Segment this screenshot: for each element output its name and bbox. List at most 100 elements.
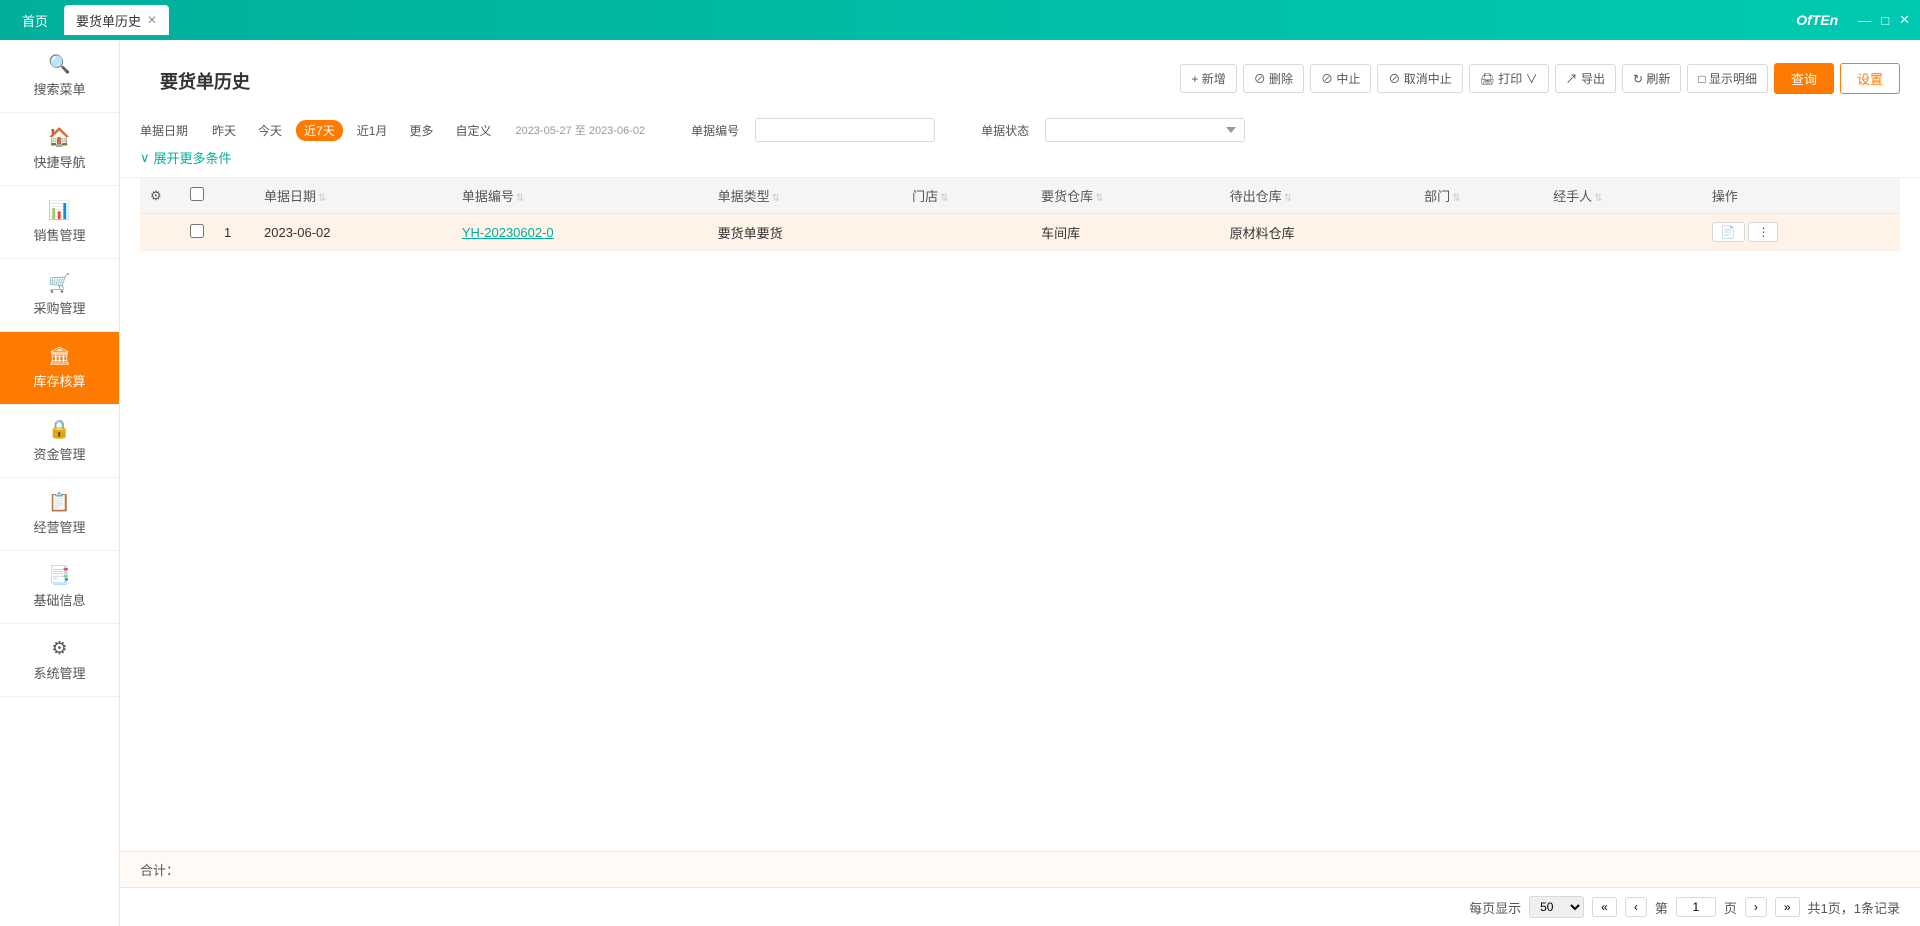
row-settings: [140, 214, 180, 251]
purchase-icon: 🛒: [48, 273, 70, 294]
data-table: ⚙ 单据日期⇅ 单据编号⇅ 单据类型⇅ 门店⇅ 要货仓库⇅ 待出仓库⇅ 部门⇅ …: [140, 178, 1900, 251]
add-button[interactable]: + 新增: [1180, 64, 1236, 93]
shortcut-yesterday[interactable]: 昨天: [204, 120, 244, 141]
basic-icon: 📑: [48, 565, 70, 586]
row-order-type: 要货单要货: [708, 214, 902, 251]
tab-home[interactable]: 首页: [10, 5, 60, 35]
export-button[interactable]: ↗ 导出: [1555, 64, 1616, 93]
order-no-link[interactable]: YH-20230602-0: [462, 225, 554, 240]
search-icon: 🔍: [48, 54, 70, 75]
sort-orderno-icon: ⇅: [516, 193, 524, 204]
per-page-select[interactable]: 50 10 20 100: [1529, 896, 1584, 918]
brand-label: OfTEn: [1796, 12, 1838, 28]
last-page-btn[interactable]: »: [1775, 897, 1800, 917]
inventory-icon: 🏛: [48, 346, 71, 367]
maximize-btn[interactable]: □: [1881, 13, 1889, 28]
page-title: 要货单历史: [140, 52, 270, 104]
sidebar-item-purchase[interactable]: 🛒 采购管理: [0, 259, 119, 332]
row-department: [1414, 214, 1543, 251]
sort-dept-icon: ⇅: [1452, 193, 1460, 204]
col-settings: ⚙: [140, 178, 180, 214]
total-label: 合计：: [140, 863, 179, 878]
col-order-no[interactable]: 单据编号⇅: [452, 178, 708, 214]
show-detail-button[interactable]: □ 显示明细: [1687, 64, 1768, 93]
next-page-btn[interactable]: ›: [1745, 897, 1767, 917]
row-req-warehouse: 车间库: [1031, 214, 1220, 251]
row-store: [902, 214, 1031, 251]
operations-icon: 📋: [48, 492, 70, 513]
shortcut-today[interactable]: 今天: [250, 120, 290, 141]
close-btn[interactable]: ✕: [1899, 12, 1910, 28]
col-checkbox-header: [180, 178, 214, 214]
sidebar-item-system[interactable]: ⚙ 系统管理: [0, 624, 119, 697]
sort-handler-icon: ⇅: [1594, 193, 1602, 204]
sidebar-item-quicknav[interactable]: 🏠 快捷导航: [0, 113, 119, 186]
table-footer: 合计：: [120, 851, 1920, 887]
sidebar-item-search[interactable]: 🔍 搜索菜单: [0, 40, 119, 113]
delete-button[interactable]: ⊘ 删除: [1243, 64, 1304, 93]
print-button[interactable]: 🖨 打印 ∨: [1469, 64, 1549, 93]
sidebar-item-finance[interactable]: 🔒 资金管理: [0, 405, 119, 478]
refresh-button[interactable]: ↻ 刷新: [1622, 64, 1681, 93]
top-bar: 首页 要货单历史 ✕ OfTEn — □ ✕: [0, 0, 1920, 40]
minimize-btn[interactable]: —: [1858, 13, 1871, 28]
shortcut-more[interactable]: 更多: [401, 120, 441, 141]
table-container: ⚙ 单据日期⇅ 单据编号⇅ 单据类型⇅ 门店⇅ 要货仓库⇅ 待出仓库⇅ 部门⇅ …: [120, 178, 1920, 851]
sort-store-icon: ⇅: [940, 193, 948, 204]
sort-ordertype-icon: ⇅: [772, 193, 780, 204]
sort-reqwh-icon: ⇅: [1095, 193, 1103, 204]
tab-history[interactable]: 要货单历史 ✕: [64, 5, 169, 35]
col-handler[interactable]: 经手人⇅: [1543, 178, 1702, 214]
shortcut-week7[interactable]: 近7天: [296, 120, 343, 141]
filter-area: 单据日期 昨天 今天 近7天 近1月 更多 自定义 2023-05-27 至 2…: [120, 108, 1920, 178]
per-page-label: 每页显示: [1469, 898, 1521, 917]
row-handler: [1543, 214, 1702, 251]
prev-page-btn[interactable]: ‹: [1625, 897, 1647, 917]
home-icon: 🏠: [48, 127, 70, 148]
window-controls: OfTEn — □ ✕: [1796, 12, 1910, 28]
col-order-type[interactable]: 单据类型⇅: [708, 178, 902, 214]
cancel-stop-button[interactable]: ⊘ 取消中止: [1377, 64, 1462, 93]
sales-icon: 📊: [48, 200, 70, 221]
row-action-more-btn[interactable]: ⋮: [1748, 222, 1778, 242]
date-shortcuts: 昨天 今天 近7天 近1月 更多 自定义: [204, 120, 499, 141]
col-store[interactable]: 门店⇅: [902, 178, 1031, 214]
row-pending-warehouse: 原材料仓库: [1220, 214, 1414, 251]
row-date: 2023-06-02: [254, 214, 452, 251]
order-no-input[interactable]: [755, 118, 935, 142]
col-action: 操作: [1702, 178, 1900, 214]
sidebar-item-inventory[interactable]: 🏛 库存核算: [0, 332, 119, 405]
page-input[interactable]: [1676, 897, 1716, 917]
first-page-btn[interactable]: «: [1592, 897, 1617, 917]
sidebar-item-operations[interactable]: 📋 经营管理: [0, 478, 119, 551]
col-req-warehouse[interactable]: 要货仓库⇅: [1031, 178, 1220, 214]
tab-close-icon[interactable]: ✕: [147, 13, 157, 27]
row-checkbox-cell: [180, 214, 214, 251]
select-all-checkbox[interactable]: [190, 187, 204, 201]
sidebar-item-sales[interactable]: 📊 销售管理: [0, 186, 119, 259]
row-checkbox[interactable]: [190, 224, 204, 238]
settings-button[interactable]: 设置: [1840, 63, 1900, 94]
row-action-view-btn[interactable]: 📄: [1712, 222, 1745, 242]
col-pending-warehouse[interactable]: 待出仓库⇅: [1220, 178, 1414, 214]
row-action: 📄 ⋮: [1702, 214, 1900, 251]
stop-button[interactable]: ⊘ 中止: [1310, 64, 1371, 93]
shortcut-month1[interactable]: 近1月: [349, 120, 396, 141]
content-area: 要货单历史 + 新增 ⊘ 删除 ⊘ 中止 ⊘ 取消中止 🖨 打印 ∨ ↗ 导出 …: [120, 40, 1920, 926]
date-filter-label: 单据日期: [140, 122, 188, 139]
row-num: 1: [214, 214, 254, 251]
chevron-down-icon: ∨: [140, 150, 150, 166]
expand-more-btn[interactable]: ∨ 展开更多条件: [140, 148, 1900, 167]
shortcut-custom[interactable]: 自定义: [447, 120, 499, 141]
total-info: 共1页，1条记录: [1808, 898, 1900, 917]
status-label: 单据状态: [981, 122, 1029, 139]
pagination-bar: 每页显示 50 10 20 100 « ‹ 第 页 › » 共1页，1条记录: [120, 887, 1920, 926]
sort-date-icon: ⇅: [318, 193, 326, 204]
status-select[interactable]: [1045, 118, 1245, 142]
col-department[interactable]: 部门⇅: [1414, 178, 1543, 214]
sort-pendwh-icon: ⇅: [1284, 193, 1292, 204]
col-date[interactable]: 单据日期⇅: [254, 178, 452, 214]
query-button[interactable]: 查询: [1774, 63, 1834, 94]
sidebar-item-basic[interactable]: 📑 基础信息: [0, 551, 119, 624]
col-num: [214, 178, 254, 214]
